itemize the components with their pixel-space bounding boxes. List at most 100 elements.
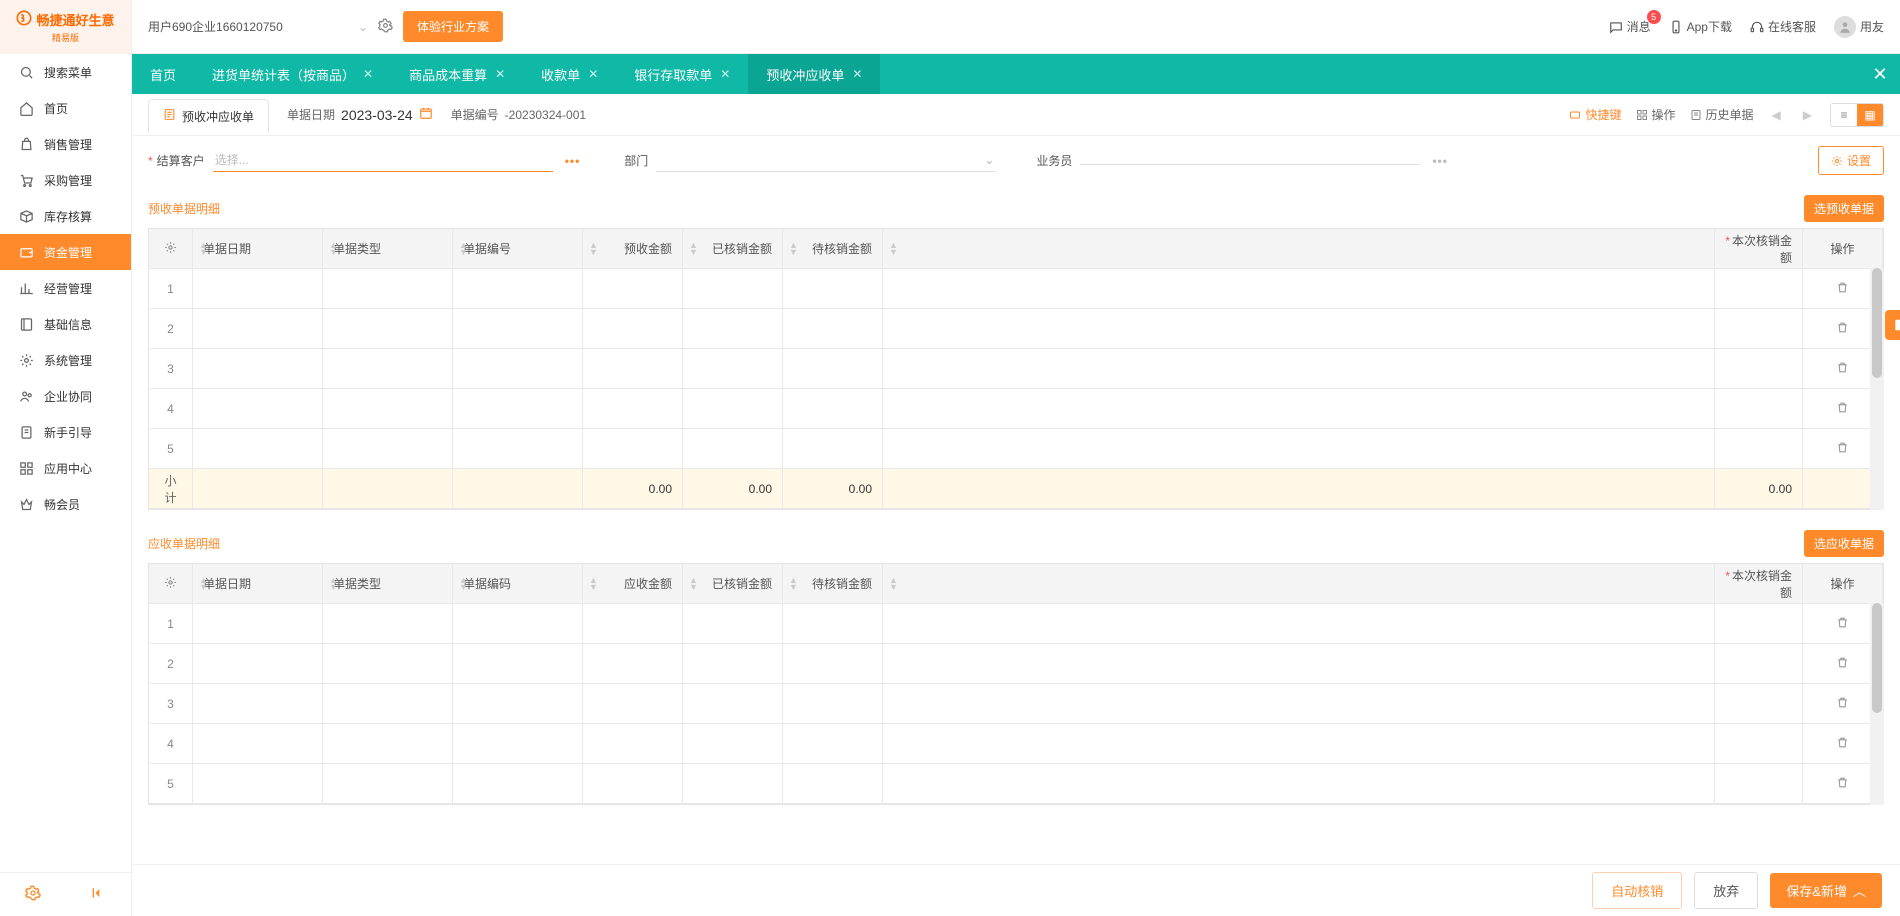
table-row[interactable]: 2 bbox=[149, 644, 1883, 684]
close-icon[interactable]: ✕ bbox=[588, 67, 598, 81]
tab-0[interactable]: 首页 bbox=[132, 54, 194, 94]
close-icon[interactable]: ✕ bbox=[363, 67, 373, 81]
col-pre[interactable]: ▲▼预收金额 bbox=[583, 229, 683, 269]
trash-icon[interactable] bbox=[1836, 658, 1849, 672]
sidebar-item-12[interactable]: 畅会员 bbox=[0, 486, 131, 522]
trash-icon[interactable] bbox=[1836, 778, 1849, 792]
col-type[interactable]: ▲▼单据类型 bbox=[323, 564, 453, 604]
tab-3[interactable]: 收款单✕ bbox=[523, 54, 616, 94]
table1-scrollbar[interactable] bbox=[1870, 268, 1884, 510]
tab-1[interactable]: 进货单统计表（按商品）✕ bbox=[194, 54, 391, 94]
trash-icon[interactable] bbox=[1836, 323, 1849, 337]
view-list-icon[interactable]: ≡ bbox=[1831, 104, 1857, 126]
book-icon bbox=[18, 316, 34, 332]
doc-tab[interactable]: 预收冲应收单 bbox=[148, 99, 269, 133]
operate-link[interactable]: 操作 bbox=[1636, 106, 1676, 123]
col-code[interactable]: ▲▼单据编码 bbox=[453, 564, 583, 604]
collapse-icon[interactable] bbox=[90, 885, 106, 904]
trash-icon[interactable] bbox=[1836, 618, 1849, 632]
sales-input[interactable] bbox=[1080, 156, 1420, 165]
dept-select[interactable]: ⌄ bbox=[656, 149, 996, 172]
table2-scrollbar[interactable] bbox=[1870, 603, 1884, 805]
col-recv[interactable]: ▲▼应收金额 bbox=[583, 564, 683, 604]
sidebar-item-4[interactable]: 库存核算 bbox=[0, 198, 131, 234]
col-date[interactable]: ▲▼单据日期 bbox=[193, 564, 323, 604]
messages-link[interactable]: 消息 5 bbox=[1609, 18, 1651, 35]
try-plan-button[interactable]: 体验行业方案 bbox=[403, 11, 503, 42]
tab-5[interactable]: 预收冲应收单✕ bbox=[748, 54, 880, 94]
customer-service-link[interactable]: 在线客服 bbox=[1750, 18, 1816, 35]
sales-picker-icon[interactable]: ••• bbox=[1428, 154, 1452, 168]
apps-icon bbox=[18, 460, 34, 476]
sidebar-item-2[interactable]: 销售管理 bbox=[0, 126, 131, 162]
shortcut-link[interactable]: 快捷键 bbox=[1569, 106, 1621, 123]
sidebar-item-5[interactable]: 资金管理 bbox=[0, 234, 131, 270]
table-row[interactable]: 5 bbox=[149, 764, 1883, 804]
table-row[interactable]: 3 bbox=[149, 349, 1883, 389]
date-value[interactable]: 2023-03-24 bbox=[341, 107, 413, 123]
select-prepay-button[interactable]: 选预收单据 bbox=[1804, 195, 1884, 222]
col-code[interactable]: ▲▼单据编号 bbox=[453, 229, 583, 269]
col-ver[interactable]: ▲▼已核销金额 bbox=[683, 229, 783, 269]
trash-icon[interactable] bbox=[1836, 738, 1849, 752]
sidebar-item-6[interactable]: 经营管理 bbox=[0, 270, 131, 306]
col-settings-icon[interactable] bbox=[149, 229, 193, 269]
table-row[interactable]: 1 bbox=[149, 269, 1883, 309]
calendar-icon[interactable] bbox=[419, 106, 433, 123]
user-menu[interactable]: 用友 bbox=[1834, 16, 1884, 38]
close-icon[interactable]: ✕ bbox=[720, 67, 730, 81]
col-cur[interactable]: *本次核销金额 bbox=[1715, 564, 1803, 604]
col-type[interactable]: ▲▼单据类型 bbox=[323, 229, 453, 269]
org-select[interactable]: 用户690企业1660120750 ⌄ bbox=[148, 18, 368, 35]
table-row[interactable]: 1 bbox=[149, 604, 1883, 644]
col-ver[interactable]: ▲▼已核销金额 bbox=[683, 564, 783, 604]
sidebar-item-3[interactable]: 采购管理 bbox=[0, 162, 131, 198]
close-icon[interactable]: ✕ bbox=[495, 67, 505, 81]
tab-2[interactable]: 商品成本重算✕ bbox=[391, 54, 523, 94]
col-date[interactable]: ▲▼单据日期 bbox=[193, 229, 323, 269]
select-receivable-button[interactable]: 选应收单据 bbox=[1804, 530, 1884, 557]
close-all-icon[interactable]: ✕ bbox=[1860, 54, 1900, 94]
col-cur[interactable]: *本次核销金额 bbox=[1715, 229, 1803, 269]
table-row[interactable]: 5 bbox=[149, 429, 1883, 469]
customer-input[interactable] bbox=[213, 149, 553, 172]
sidebar-item-8[interactable]: 系统管理 bbox=[0, 342, 131, 378]
close-icon[interactable]: ✕ bbox=[852, 67, 862, 81]
history-link[interactable]: 历史单据 bbox=[1690, 106, 1754, 123]
settings-icon[interactable] bbox=[25, 885, 41, 904]
settings-button[interactable]: 设置 bbox=[1818, 146, 1884, 175]
org-settings-icon[interactable] bbox=[378, 18, 393, 36]
sidebar-item-11[interactable]: 应用中心 bbox=[0, 450, 131, 486]
table-row[interactable]: 4 bbox=[149, 724, 1883, 764]
table-row[interactable]: 3 bbox=[149, 684, 1883, 724]
trash-icon[interactable] bbox=[1836, 403, 1849, 417]
doc-date-meta: 单据日期 2023-03-24 bbox=[287, 106, 433, 123]
next-doc-icon[interactable]: ▶ bbox=[1799, 108, 1816, 122]
topbar: 用户690企业1660120750 ⌄ 体验行业方案 消息 5 App下载 在线… bbox=[132, 0, 1900, 54]
table-row[interactable]: 4 bbox=[149, 389, 1883, 429]
app-download-link[interactable]: App下载 bbox=[1669, 18, 1732, 35]
discard-button[interactable]: 放弃 bbox=[1694, 872, 1758, 909]
auto-verify-button[interactable]: 自动核销 bbox=[1592, 872, 1682, 909]
col-pend[interactable]: ▲▼待核销金额 bbox=[783, 564, 883, 604]
trash-icon[interactable] bbox=[1836, 698, 1849, 712]
trash-icon[interactable] bbox=[1836, 283, 1849, 297]
view-form-icon[interactable]: ▦ bbox=[1857, 104, 1883, 126]
trash-icon[interactable] bbox=[1836, 363, 1849, 377]
prev-doc-icon[interactable]: ◀ bbox=[1768, 108, 1785, 122]
sidebar-item-7[interactable]: 基础信息 bbox=[0, 306, 131, 342]
trash-icon[interactable] bbox=[1836, 443, 1849, 457]
side-floater-icon[interactable] bbox=[1885, 310, 1900, 340]
sidebar-item-0[interactable]: 搜索菜单 bbox=[0, 54, 131, 90]
sidebar-item-9[interactable]: 企业协同 bbox=[0, 378, 131, 414]
save-new-button[interactable]: 保存&新增︿ bbox=[1770, 873, 1882, 908]
table-row[interactable]: 2 bbox=[149, 309, 1883, 349]
customer-picker-icon[interactable]: ••• bbox=[561, 154, 585, 168]
tab-4[interactable]: 银行存取款单✕ bbox=[616, 54, 748, 94]
col-pend[interactable]: ▲▼待核销金额 bbox=[783, 229, 883, 269]
sidebar-item-10[interactable]: 新手引导 bbox=[0, 414, 131, 450]
view-toggle[interactable]: ≡ ▦ bbox=[1830, 103, 1884, 127]
col-settings-icon[interactable] bbox=[149, 564, 193, 604]
col-spacer: ▲▼ bbox=[883, 564, 1715, 604]
sidebar-item-1[interactable]: 首页 bbox=[0, 90, 131, 126]
